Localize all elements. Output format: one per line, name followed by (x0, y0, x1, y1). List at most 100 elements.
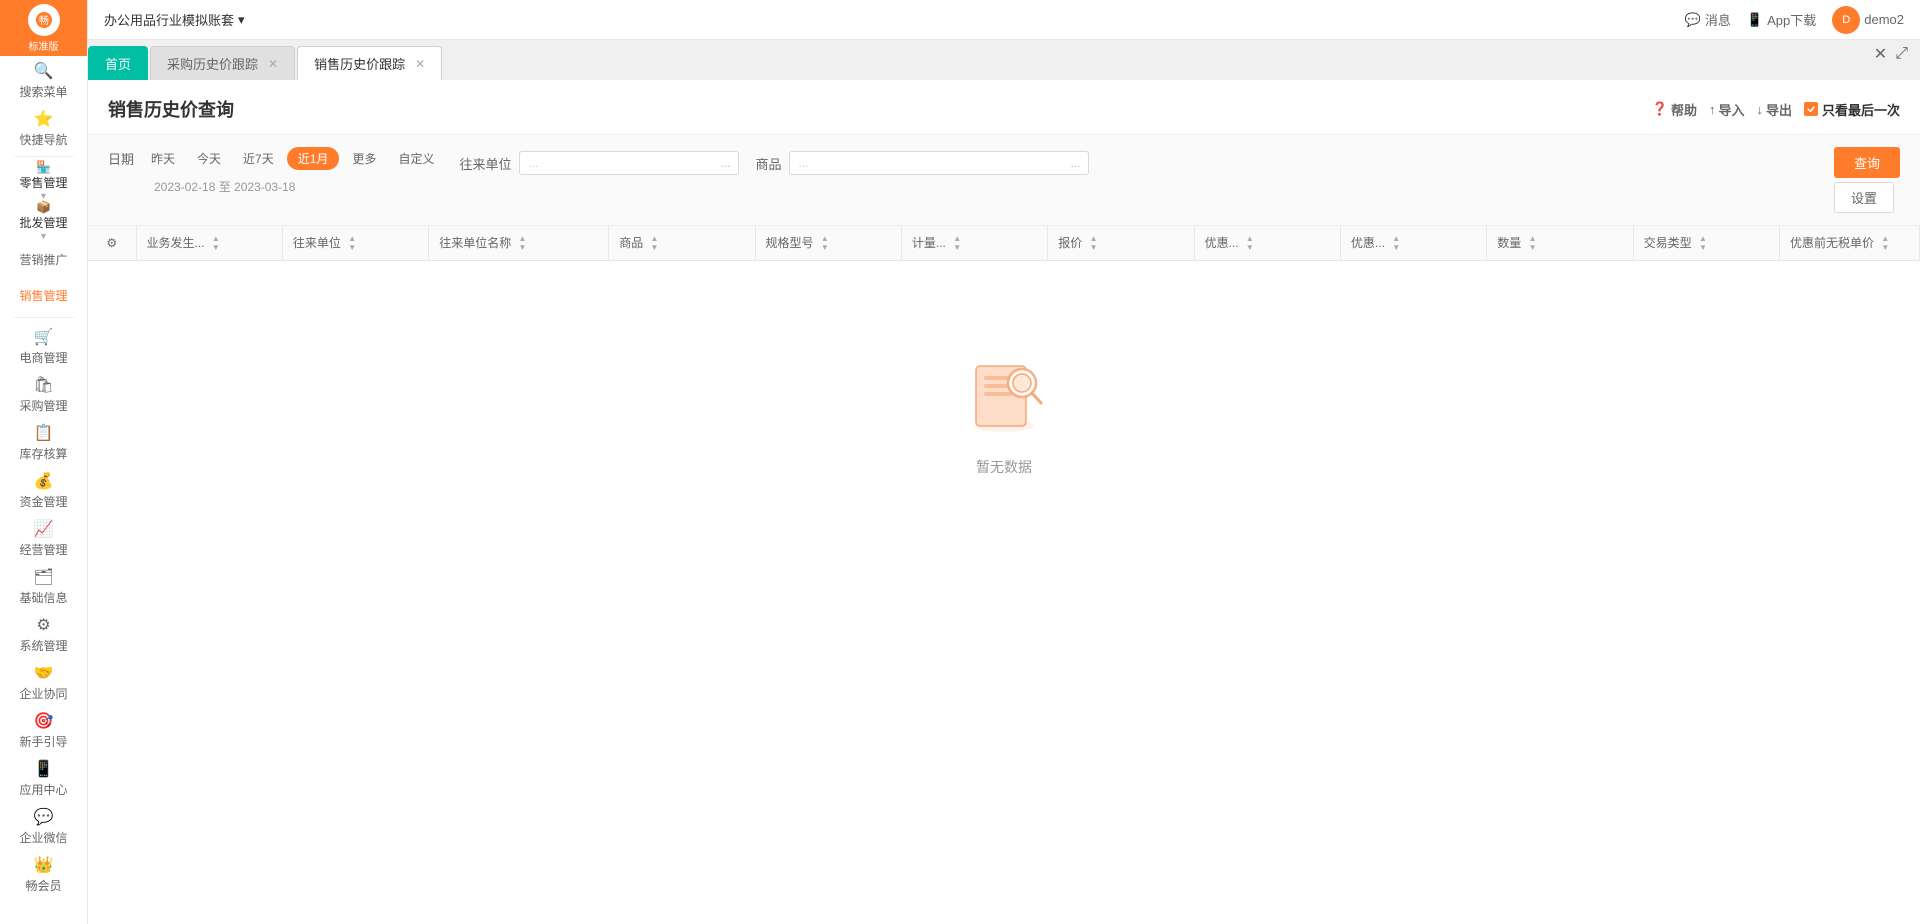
sidebar-item-label: 基础信息 (19, 589, 67, 606)
filter-date-item: 日期 昨天 今天 近7天 近1月 更多 自定义 (108, 147, 443, 170)
col-discount2[interactable]: 优惠... ▲▼ (1340, 226, 1486, 261)
logo-text: 标准版 (29, 38, 59, 53)
close-all-tabs-button[interactable]: ✕ (1874, 44, 1887, 64)
col-partner-name[interactable]: 往来单位名称 ▲▼ (429, 226, 609, 261)
logo-icon: 畅 (28, 4, 60, 36)
sidebar-item-sales-mgmt[interactable]: 销售管理 (0, 277, 88, 313)
sidebar-item-purchase[interactable]: 🛍 采购管理 (0, 370, 88, 418)
sidebar-item-label: 营销推广 (19, 251, 67, 268)
table-area: ⚙ 业务发生... ▲▼ 往来单位 ▲▼ 往来单位名称 ▲▼ (88, 226, 1920, 924)
col-unit-label: 计量... (912, 236, 946, 250)
sidebar-item-guide[interactable]: 🎯 新手引导 (0, 706, 88, 754)
search-button[interactable]: 查询 (1834, 147, 1900, 178)
svg-text:畅: 畅 (39, 14, 49, 27)
search-menu-icon: 🔍 (34, 61, 54, 81)
app-title-dropdown[interactable]: 办公用品行业模拟账套 ▾ (104, 10, 245, 29)
app-download-button[interactable]: 📱 App下载 (1747, 10, 1816, 29)
sort-arrows: ▲▼ (1392, 235, 1400, 252)
col-trade-type[interactable]: 交易类型 ▲▼ (1633, 226, 1779, 261)
divider (14, 317, 74, 318)
sidebar-item-wechat[interactable]: 💬 企业微信 (0, 802, 88, 850)
col-product[interactable]: 商品 ▲▼ (609, 226, 755, 261)
col-partner-code-label: 往来单位 (293, 236, 341, 250)
expand-button[interactable]: ⤢ (1895, 45, 1908, 63)
sidebar-item-finance[interactable]: 💰 资金管理 (0, 466, 88, 514)
page-header: 销售历史价查询 ❓ 帮助 ↑ 导入 ↓ 导出 (88, 80, 1920, 135)
export-icon: ↓ (1756, 102, 1763, 117)
sidebar-item-vip[interactable]: 👑 畅会员 (0, 850, 88, 898)
sidebar-item-ecommerce[interactable]: 🛒 电商管理 (0, 322, 88, 370)
filter-date-range: 2023-02-18 至 2023-03-18 (108, 178, 443, 195)
col-pretax-price[interactable]: 优惠前无税单价 ▲▼ (1780, 226, 1920, 261)
partner-filter-label: 往来单位 (459, 154, 511, 173)
partner-input[interactable]: ... ... (519, 151, 739, 175)
sidebar-item-label: 批发管理 (19, 214, 67, 231)
col-unit[interactable]: 计量... ▲▼ (901, 226, 1047, 261)
sidebar-item-marketing[interactable]: 营销推广 (0, 241, 88, 277)
import-button[interactable]: ↑ 导入 (1709, 100, 1745, 119)
sidebar-item-label: 企业协同 (19, 685, 67, 702)
sidebar-item-app-center[interactable]: 📱 应用中心 (0, 754, 88, 802)
help-button[interactable]: ❓ 帮助 (1652, 100, 1697, 119)
col-settings[interactable]: ⚙ (88, 226, 136, 261)
date-btn-today[interactable]: 今天 (188, 147, 230, 170)
sidebar-item-search-menu[interactable]: 🔍 搜索菜单 (0, 56, 88, 104)
page-header-actions: ❓ 帮助 ↑ 导入 ↓ 导出 只看最后一次 (1652, 100, 1900, 119)
import-label: 导入 (1718, 100, 1744, 119)
avatar-text: D (1842, 14, 1850, 26)
sort-arrows: ▲▼ (821, 235, 829, 252)
col-partner-code[interactable]: 往来单位 ▲▼ (282, 226, 428, 261)
col-trade-type-label: 交易类型 (1644, 236, 1692, 250)
sidebar-item-basics[interactable]: 🗂 基础信息 (0, 562, 88, 610)
sort-arrows: ▲▼ (1881, 235, 1889, 252)
sidebar-item-system[interactable]: ⚙ 系统管理 (0, 610, 88, 658)
tab-purchase-history-close[interactable]: ✕ (268, 57, 278, 71)
data-table: ⚙ 业务发生... ▲▼ 往来单位 ▲▼ 往来单位名称 ▲▼ (88, 226, 1920, 261)
sidebar-item-label: 应用中心 (19, 781, 67, 798)
sidebar-item-retail-mgmt[interactable]: 🏪 零售管理 ▾ (0, 161, 88, 201)
export-button[interactable]: ↓ 导出 (1756, 100, 1792, 119)
col-pretax-price-label: 优惠前无税单价 (1790, 236, 1874, 250)
date-filter-label: 日期 (108, 149, 134, 168)
col-discount1[interactable]: 优惠... ▲▼ (1194, 226, 1340, 261)
sidebar-item-wholesale-mgmt[interactable]: 📦 批发管理 ▴ (0, 201, 88, 241)
tab-purchase-history[interactable]: 采购历史价跟踪 ✕ (150, 46, 295, 80)
help-icon: ❓ (1652, 101, 1668, 117)
date-btn-last7days[interactable]: 近7天 (234, 147, 283, 170)
message-button[interactable]: 💬 消息 (1685, 10, 1731, 29)
tab-sales-history[interactable]: 销售历史价跟踪 ✕ (297, 46, 442, 80)
col-biz-date[interactable]: 业务发生... ▲▼ (136, 226, 282, 261)
col-price[interactable]: 报价 ▲▼ (1048, 226, 1194, 261)
tab-sales-history-close[interactable]: ✕ (415, 57, 425, 71)
date-btn-yesterday[interactable]: 昨天 (142, 147, 184, 170)
date-btn-last1month[interactable]: 近1月 (287, 147, 340, 170)
sidebar-item-enterprise[interactable]: 🤝 企业协同 (0, 658, 88, 706)
topbar: 办公用品行业模拟账套 ▾ 💬 消息 📱 App下载 D demo2 (88, 0, 1920, 40)
date-btn-more[interactable]: 更多 (343, 147, 385, 170)
sidebar: 畅 标准版 🔍 搜索菜单 ⭐ 快捷导航 🏪 零售管理 ▾ 📦 批发管理 ▴ 营销… (0, 0, 88, 924)
chevron-up-icon: ▴ (41, 231, 46, 242)
col-spec-label: 规格型号 (766, 236, 814, 250)
tab-home[interactable]: 首页 (88, 46, 148, 80)
sidebar-item-label: 畅会员 (25, 877, 61, 894)
sort-arrows: ▲▼ (348, 235, 356, 252)
date-buttons: 昨天 今天 近7天 近1月 更多 自定义 (142, 147, 443, 170)
tab-home-label: 首页 (105, 54, 131, 73)
only-last-checkbox[interactable] (1804, 102, 1818, 116)
user-name: demo2 (1864, 12, 1904, 27)
main-area: 办公用品行业模拟账套 ▾ 💬 消息 📱 App下载 D demo2 首页 (88, 0, 1920, 924)
page-title: 销售历史价查询 (108, 96, 234, 122)
page-content: 销售历史价查询 ❓ 帮助 ↑ 导入 ↓ 导出 (88, 80, 1920, 924)
sidebar-item-operations[interactable]: 📈 经营管理 (0, 514, 88, 562)
col-quantity[interactable]: 数量 ▲▼ (1487, 226, 1633, 261)
product-input[interactable]: ... ... (789, 151, 1089, 175)
sidebar-item-inventory[interactable]: 📋 库存核算 (0, 418, 88, 466)
partner-dots: ... (720, 156, 730, 170)
user-profile[interactable]: D demo2 (1832, 6, 1904, 34)
sidebar-item-quick-nav[interactable]: ⭐ 快捷导航 (0, 104, 88, 152)
import-icon: ↑ (1709, 102, 1716, 117)
date-btn-custom[interactable]: 自定义 (389, 147, 443, 170)
col-spec[interactable]: 规格型号 ▲▼ (755, 226, 901, 261)
divider (14, 156, 74, 157)
settings-button[interactable]: 设置 (1834, 182, 1894, 213)
